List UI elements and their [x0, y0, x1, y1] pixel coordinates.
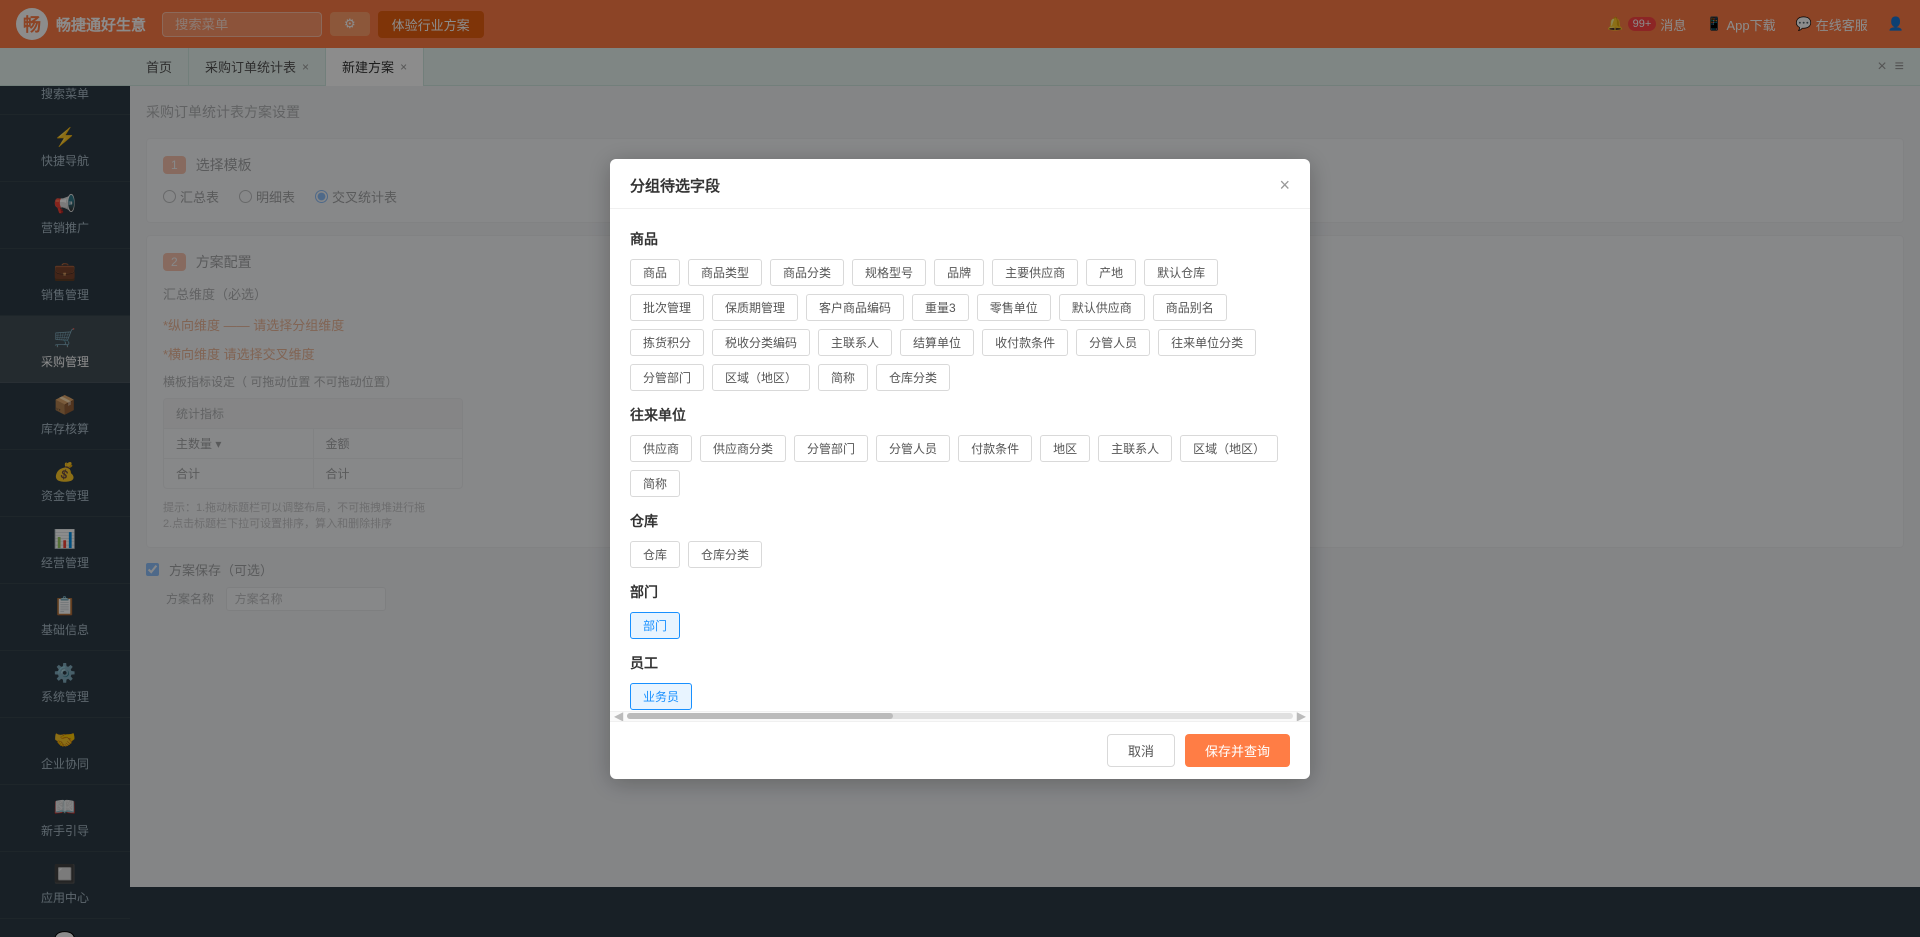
field-tag-默认供应商[interactable]: 默认供应商 [1059, 294, 1145, 321]
field-tag-商品类型[interactable]: 商品类型 [688, 259, 762, 286]
field-tag-供应商[interactable]: 供应商 [630, 435, 692, 462]
cancel-button[interactable]: 取消 [1107, 734, 1175, 767]
field-tag-结算单位[interactable]: 结算单位 [900, 329, 974, 356]
field-tag-供应商分类[interactable]: 供应商分类 [700, 435, 786, 462]
modal-overlay: 分组待选字段 × 商品 商品 商品类型 商品分类 规格型号 品牌 主要供应商 产… [0, 0, 1920, 937]
field-tag-分管人员[interactable]: 分管人员 [1076, 329, 1150, 356]
field-tag-保质期管理[interactable]: 保质期管理 [712, 294, 798, 321]
field-tag-零售单位[interactable]: 零售单位 [977, 294, 1051, 321]
field-tag-区域地区1[interactable]: 区域（地区） [712, 364, 810, 391]
department-fields: 部门 [630, 612, 1290, 639]
field-tag-产地[interactable]: 产地 [1086, 259, 1136, 286]
field-tag-简称1[interactable]: 简称 [818, 364, 868, 391]
field-tag-批次管理[interactable]: 批次管理 [630, 294, 704, 321]
field-tag-品牌[interactable]: 品牌 [934, 259, 984, 286]
section-title-counterpart: 往来单位 [630, 405, 1290, 425]
confirm-button[interactable]: 保存并查询 [1185, 734, 1290, 767]
field-tag-主要供应商[interactable]: 主要供应商 [992, 259, 1078, 286]
field-tag-仓库分类1[interactable]: 仓库分类 [876, 364, 950, 391]
counterpart-fields: 供应商 供应商分类 分管部门 分管人员 付款条件 地区 主联系人 区域（地区） … [630, 435, 1290, 497]
field-tag-业务员[interactable]: 业务员 [630, 683, 692, 710]
field-tag-主联系人[interactable]: 主联系人 [818, 329, 892, 356]
field-tag-商品分类[interactable]: 商品分类 [770, 259, 844, 286]
modal-title: 分组待选字段 [630, 175, 720, 196]
field-tag-地区[interactable]: 地区 [1040, 435, 1090, 462]
field-tag-付款条件[interactable]: 付款条件 [958, 435, 1032, 462]
section-title-warehouse: 仓库 [630, 511, 1290, 531]
employee-fields: 业务员 [630, 683, 1290, 710]
field-tag-区域地区2[interactable]: 区域（地区） [1180, 435, 1278, 462]
field-tag-默认仓库[interactable]: 默认仓库 [1144, 259, 1218, 286]
field-tag-分管部门[interactable]: 分管部门 [630, 364, 704, 391]
modal-close-btn[interactable]: × [1279, 175, 1290, 196]
field-tag-简称2[interactable]: 简称 [630, 470, 680, 497]
section-title-product: 商品 [630, 229, 1290, 249]
field-tag-往来单位分类[interactable]: 往来单位分类 [1158, 329, 1256, 356]
product-fields: 商品 商品类型 商品分类 规格型号 品牌 主要供应商 产地 默认仓库 批次管理 … [630, 259, 1290, 391]
field-tag-主联系人2[interactable]: 主联系人 [1098, 435, 1172, 462]
field-tag-商品别名[interactable]: 商品别名 [1153, 294, 1227, 321]
field-tag-重量3[interactable]: 重量3 [912, 294, 969, 321]
field-tag-分管部门2[interactable]: 分管部门 [794, 435, 868, 462]
field-tag-收付款条件[interactable]: 收付款条件 [982, 329, 1068, 356]
section-title-department: 部门 [630, 582, 1290, 602]
field-tag-仓库分类2[interactable]: 仓库分类 [688, 541, 762, 568]
warehouse-fields: 仓库 仓库分类 [630, 541, 1290, 568]
field-tag-商品[interactable]: 商品 [630, 259, 680, 286]
modal-footer: 取消 保存并查询 [610, 721, 1310, 779]
field-tag-拣货积分[interactable]: 拣货积分 [630, 329, 704, 356]
hscroll-bar [627, 713, 1293, 719]
modal-dialog: 分组待选字段 × 商品 商品 商品类型 商品分类 规格型号 品牌 主要供应商 产… [610, 159, 1310, 779]
modal-header: 分组待选字段 × [610, 159, 1310, 209]
field-tag-仓库[interactable]: 仓库 [630, 541, 680, 568]
modal-body[interactable]: 商品 商品 商品类型 商品分类 规格型号 品牌 主要供应商 产地 默认仓库 批次… [610, 209, 1310, 711]
field-tag-客户商品编码[interactable]: 客户商品编码 [806, 294, 904, 321]
field-tag-分管人员2[interactable]: 分管人员 [876, 435, 950, 462]
hscroll-thumb [627, 713, 893, 719]
field-tag-部门[interactable]: 部门 [630, 612, 680, 639]
field-tag-规格型号[interactable]: 规格型号 [852, 259, 926, 286]
modal-hscroll[interactable]: ◀ ▶ [610, 711, 1310, 721]
section-title-employee: 员工 [630, 653, 1290, 673]
field-tag-税收分类编码[interactable]: 税收分类编码 [712, 329, 810, 356]
